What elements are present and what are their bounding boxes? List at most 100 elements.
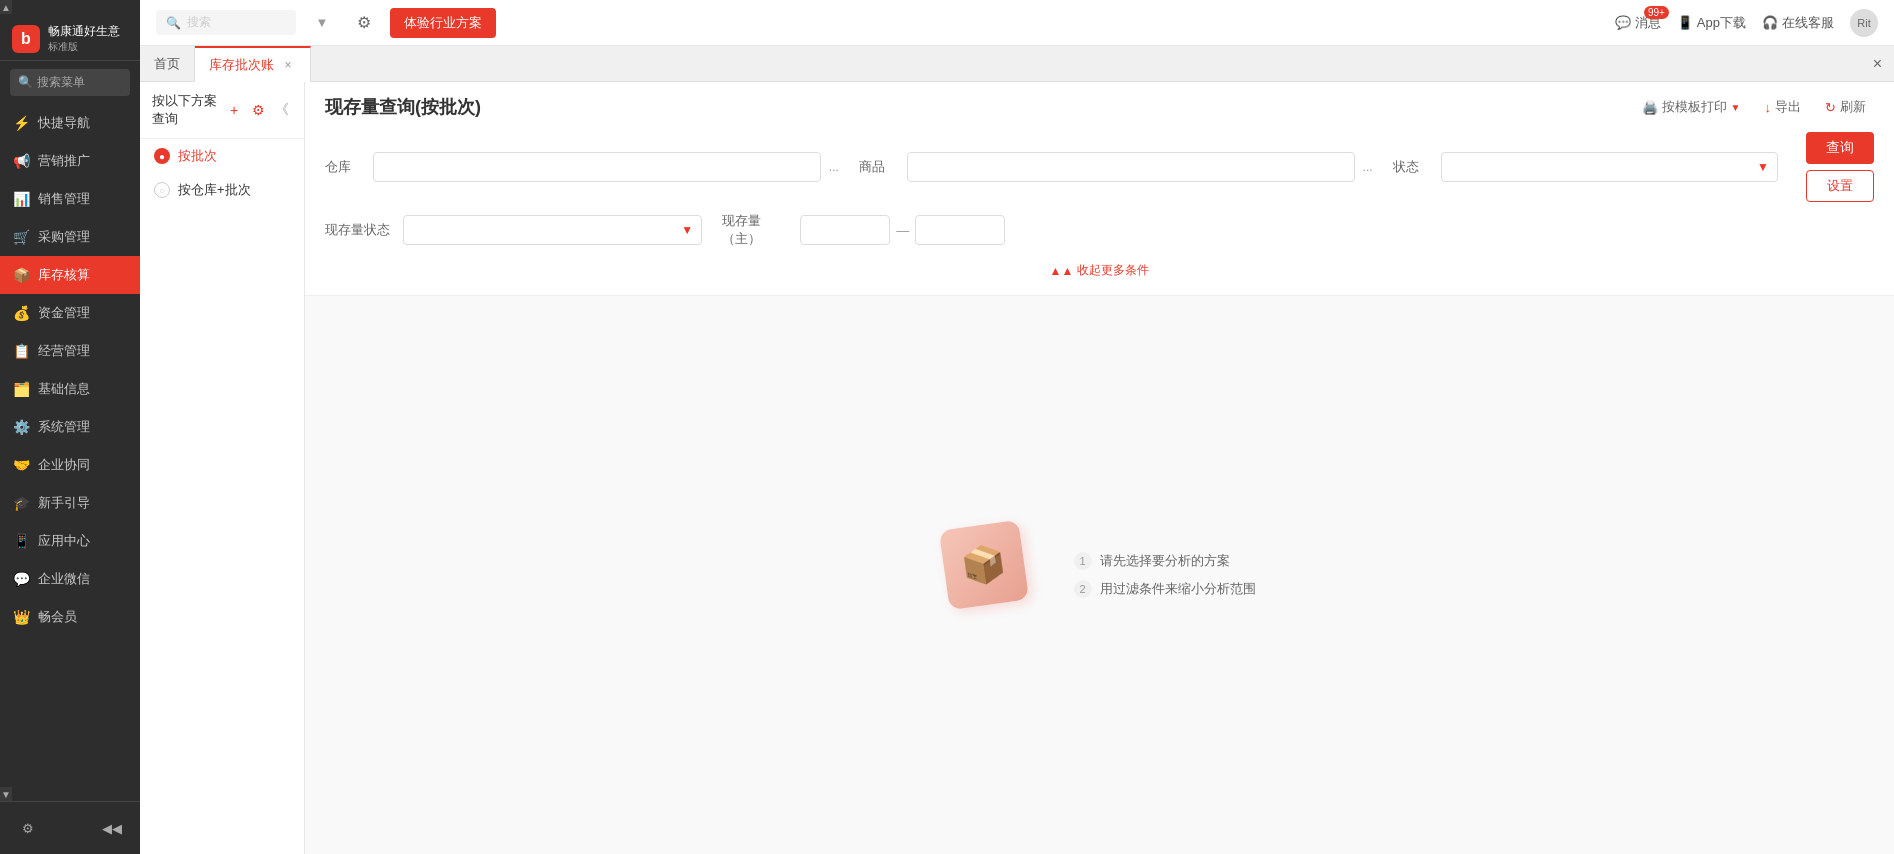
collapse-bar[interactable]: ▲▲ 收起更多条件: [325, 258, 1874, 283]
warehouse-input[interactable]: [373, 152, 821, 182]
sidebar-item-operation[interactable]: 📋 经营管理: [0, 332, 140, 370]
topbar: 🔍 搜索 ▼ ⚙ 体验行业方案 💬 消息 99+ 📱 App下载 🎧 在线客服 …: [140, 0, 1894, 46]
empty-illustration: 📦: [944, 525, 1044, 625]
empty-tip-1: 1 请先选择要分析的方案: [1074, 552, 1256, 570]
tip-text-1: 请先选择要分析的方案: [1100, 552, 1230, 570]
topbar-dropdown-btn[interactable]: ▼: [306, 7, 338, 39]
sidebar-scroll-up[interactable]: ▲: [0, 0, 12, 14]
topbar-settings-btn[interactable]: ⚙: [348, 7, 380, 39]
export-icon: ↓: [1765, 100, 1772, 115]
product-more-btn[interactable]: ...: [1363, 160, 1373, 174]
scheme-panel: 按以下方案查询 + ⚙ 《 ● 按批次 ○ 按仓库+批次: [140, 82, 305, 854]
status-label: 状态: [1393, 158, 1433, 176]
scheme-add-btn[interactable]: +: [224, 100, 244, 120]
sidebar-item-wechat[interactable]: 💬 企业微信: [0, 560, 140, 598]
sidebar-item-member[interactable]: 👑 畅会员: [0, 598, 140, 636]
status-select[interactable]: ▼: [1441, 152, 1778, 182]
sidebar-item-purchase[interactable]: 🛒 采购管理: [0, 218, 140, 256]
scheme-item-by-batch[interactable]: ● 按批次: [140, 139, 304, 173]
sidebar-collapse-btn[interactable]: ◀◀: [96, 812, 128, 844]
system-icon: ⚙️: [12, 418, 30, 436]
newbie-icon: 🎓: [12, 494, 30, 512]
print-icon: 🖨️: [1642, 100, 1658, 115]
warehouse-more-btn[interactable]: ...: [829, 160, 839, 174]
page-content: 按以下方案查询 + ⚙ 《 ● 按批次 ○ 按仓库+批次 现存量查询(按批次): [140, 82, 1894, 854]
collapse-up-icon: ▲▲: [1050, 264, 1074, 278]
inventory-status-filter: 现存量状态 ▼: [325, 215, 702, 245]
inventory-qty-min[interactable]: [800, 215, 890, 245]
sidebar: ▲ b 畅康通好生意 标准版 🔍 搜索菜单 ⚡ 快捷导航 📢 营销推广 📊 销售…: [0, 0, 140, 854]
marketing-icon: 📢: [12, 152, 30, 170]
trial-button[interactable]: 体验行业方案: [390, 8, 496, 38]
scheme-settings-btn[interactable]: ⚙: [248, 100, 268, 120]
query-button[interactable]: 查询: [1806, 132, 1874, 164]
sidebar-item-sales[interactable]: 📊 销售管理: [0, 180, 140, 218]
scheme-item-by-warehouse-batch[interactable]: ○ 按仓库+批次: [140, 173, 304, 207]
basics-icon: 🗂️: [12, 380, 30, 398]
topbar-search-box[interactable]: 🔍 搜索: [156, 10, 296, 35]
tab-close-btn[interactable]: ×: [280, 57, 296, 73]
operation-icon: 📋: [12, 342, 30, 360]
sidebar-scroll-down[interactable]: ▼: [0, 787, 12, 801]
sidebar-nav: ⚡ 快捷导航 📢 营销推广 📊 销售管理 🛒 采购管理 📦 库存核算 💰 资金管…: [0, 104, 140, 787]
refresh-btn[interactable]: ↻ 刷新: [1817, 94, 1874, 120]
sidebar-item-finance[interactable]: 💰 资金管理: [0, 294, 140, 332]
empty-state: 📦 1 请先选择要分析的方案 2 用过滤条件来缩小分析范围: [305, 296, 1894, 854]
inventory-qty-filter: 现存量（主） —: [722, 212, 1099, 248]
panel-close-btn[interactable]: ×: [1861, 55, 1894, 73]
export-btn[interactable]: ↓ 导出: [1757, 94, 1810, 120]
search-icon: 🔍: [18, 75, 33, 89]
scheme-panel-header: 按以下方案查询 + ⚙ 《: [140, 82, 304, 139]
sidebar-item-basics[interactable]: 🗂️ 基础信息: [0, 370, 140, 408]
inventory-status-select[interactable]: ▼: [403, 215, 702, 245]
finance-icon: 💰: [12, 304, 30, 322]
messages-btn[interactable]: 💬 消息 99+: [1615, 14, 1661, 32]
sales-icon: 📊: [12, 190, 30, 208]
settings-button[interactable]: 设置: [1806, 170, 1874, 202]
status-filter: 状态 ▼: [1393, 152, 1778, 182]
inventory-status-label: 现存量状态: [325, 221, 395, 239]
sidebar-item-enterprise[interactable]: 🤝 企业协同: [0, 446, 140, 484]
sidebar-bottom: ⚙ ◀◀: [0, 801, 140, 854]
scheme-collapse-btn[interactable]: 《: [272, 100, 292, 120]
app-download-btn[interactable]: 📱 App下载: [1677, 14, 1746, 32]
tab-batch-account[interactable]: 库存批次账 ×: [195, 46, 311, 82]
sidebar-item-newbie[interactable]: 🎓 新手引导: [0, 484, 140, 522]
inventory-qty-max[interactable]: [915, 215, 1005, 245]
sidebar-item-shortcuts[interactable]: ⚡ 快捷导航: [0, 104, 140, 142]
wechat-icon: 💬: [12, 570, 30, 588]
filter-area: 仓库 ... 商品 ... 状态 ▼: [305, 120, 1894, 296]
warehouse-filter: 仓库 ...: [325, 152, 839, 182]
scheme-dot-inactive: ○: [154, 182, 170, 198]
sidebar-item-appstore[interactable]: 📱 应用中心: [0, 522, 140, 560]
inventory-icon: 📦: [12, 266, 30, 284]
sidebar-item-inventory[interactable]: 📦 库存核算: [0, 256, 140, 294]
page-title: 现存量查询(按批次): [325, 95, 481, 119]
page-header: 现存量查询(按批次) 🖨️ 按模板打印 ▼ ↓ 导出 ↻ 刷新: [305, 82, 1894, 120]
tab-home[interactable]: 首页: [140, 46, 195, 82]
inventory-qty-range: —: [800, 215, 1005, 245]
status-arrow-icon: ▼: [1757, 160, 1769, 174]
service-icon: 🎧: [1762, 15, 1778, 30]
user-profile-btn[interactable]: Rit: [1850, 9, 1878, 37]
print-dropdown-icon[interactable]: ▼: [1731, 102, 1741, 113]
topbar-right: 💬 消息 99+ 📱 App下载 🎧 在线客服 Rit: [1615, 9, 1878, 37]
product-input[interactable]: [907, 152, 1355, 182]
refresh-icon: ↻: [1825, 100, 1836, 115]
sidebar-header: b 畅康通好生意 标准版: [0, 14, 140, 61]
tabbar: 首页 库存批次账 × ×: [140, 46, 1894, 82]
print-btn[interactable]: 🖨️ 按模板打印 ▼: [1634, 94, 1749, 120]
app-logo: b: [12, 25, 40, 53]
sidebar-item-system[interactable]: ⚙️ 系统管理: [0, 408, 140, 446]
filter-row-1: 仓库 ... 商品 ... 状态 ▼: [325, 132, 1874, 202]
appstore-icon: 📱: [12, 532, 30, 550]
online-service-btn[interactable]: 🎧 在线客服: [1762, 14, 1834, 32]
sidebar-search[interactable]: 🔍 搜索菜单: [10, 69, 130, 96]
warehouse-label: 仓库: [325, 158, 365, 176]
sidebar-settings-btn[interactable]: ⚙: [12, 812, 44, 844]
sidebar-item-marketing[interactable]: 📢 营销推广: [0, 142, 140, 180]
empty-tip-2: 2 用过滤条件来缩小分析范围: [1074, 580, 1256, 598]
product-filter: 商品 ...: [859, 152, 1373, 182]
app-version: 标准版: [48, 40, 120, 54]
user-avatar: Rit: [1850, 9, 1878, 37]
